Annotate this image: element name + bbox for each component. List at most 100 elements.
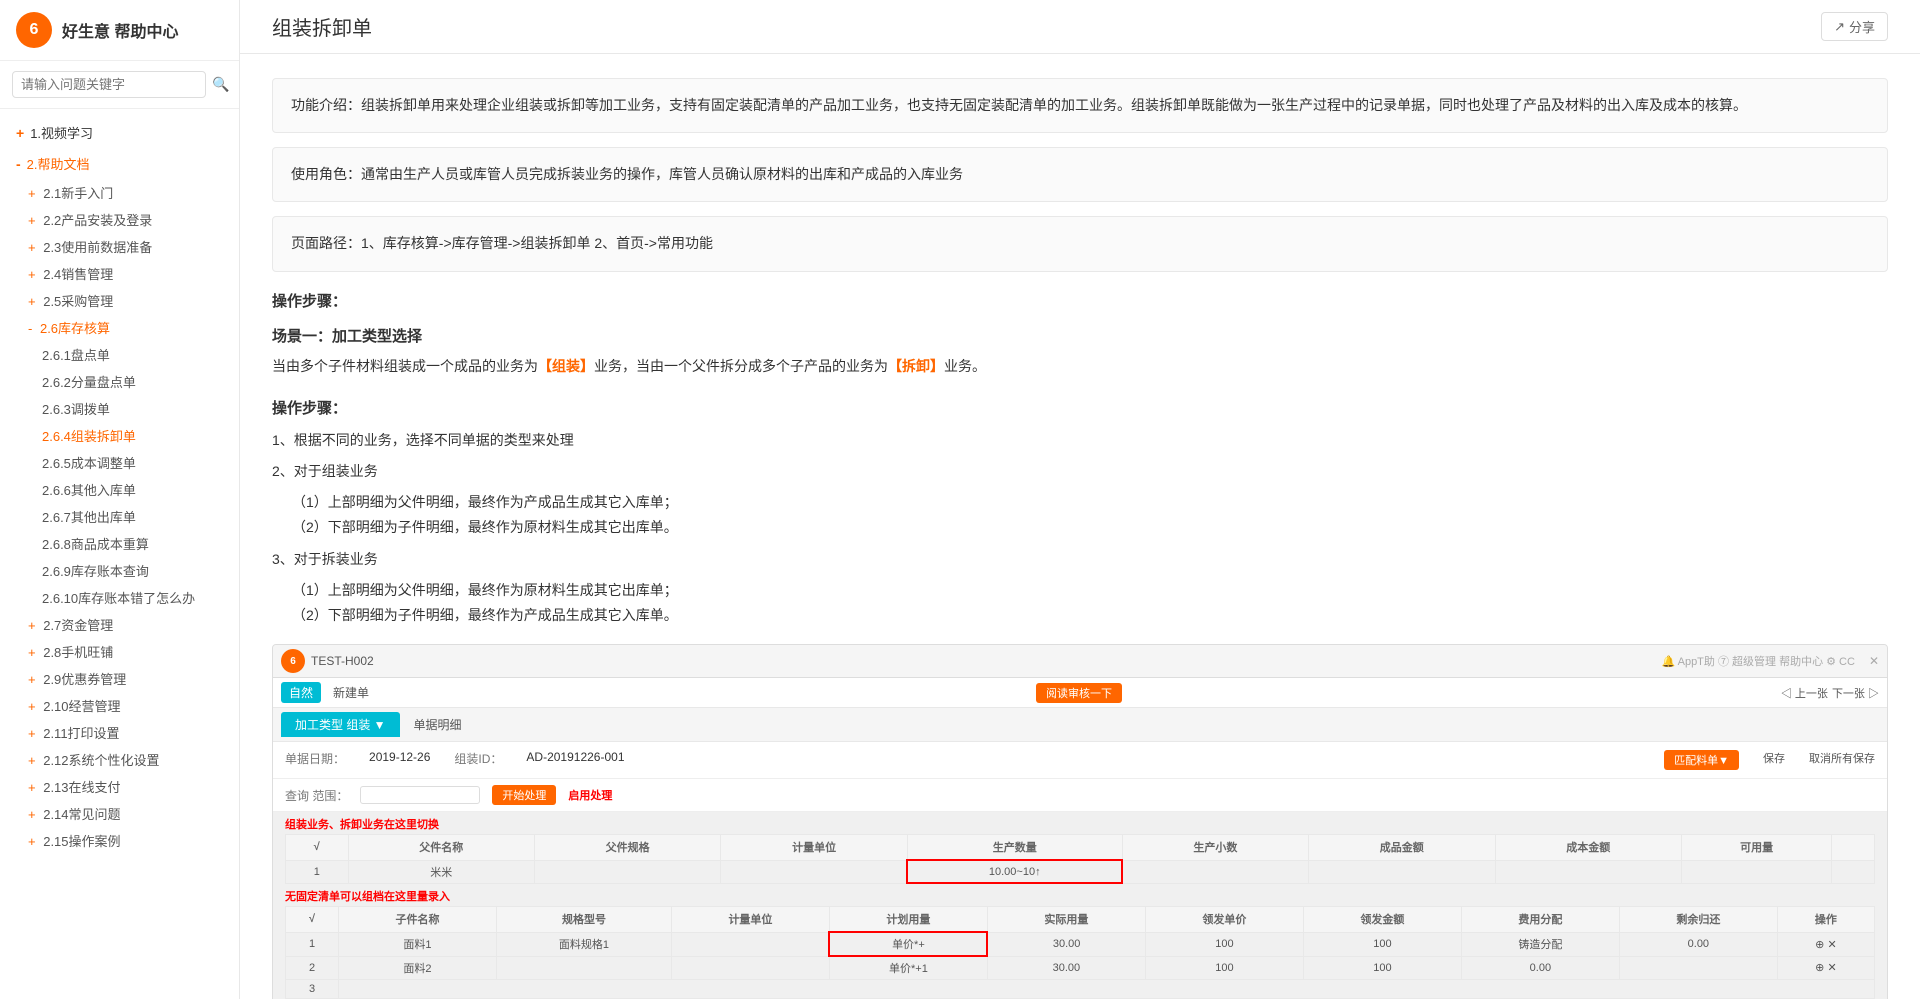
ss-bottom-table-container: √ 子件名称 规格型号 计量单位 计划用量 实际用量 领发单价 领发金额 费用分… [273,906,1887,999]
ss-code-value: AD-20191226-001 [526,750,624,770]
ss-code-label: 组装ID： [454,750,502,770]
sidebar-item-2-5[interactable]: + 2.5采购管理 [0,287,239,314]
ss-date-value: 2019-12-26 [369,750,430,770]
sidebar-item-2-6-1[interactable]: 2.6.1盘点单 [0,341,239,368]
ss-col-amount2: 成本金额 [1495,835,1681,861]
plus-icon: + [28,186,36,201]
ss-search-field[interactable] [360,786,480,804]
ss-subtabs: 加工类型 组装 ▼ 单据明细 [273,708,1887,742]
ss-nav-new[interactable]: 新建单 [325,682,377,703]
steps-title: 操作步骤： [272,290,1888,311]
step3-sub2: （2）下部明细为子件明细，最终作为产成品生成其它入库单。 [272,603,1888,628]
sidebar: 6 好生意 帮助中心 🔍 + 1.视频学习 - 2.帮助文档 + 2.1新手入门… [0,0,240,999]
ss-btn-apply[interactable]: 开始处理 [492,785,556,805]
sidebar-item-2-6-3[interactable]: 2.6.3调拨单 [0,395,239,422]
sidebar-item-2-6-6[interactable]: 2.6.6其他入库单 [0,476,239,503]
ss-btn-save[interactable]: 保存 [1763,750,1785,770]
nav-tree: + 1.视频学习 - 2.帮助文档 + 2.1新手入门 + 2.2产品安装及登录… [0,109,239,999]
share-icon: ↗ [1834,19,1845,35]
table-row: 2 面料2 单价*+1 30.00 100 100 0.00 ⊕ ✕ [286,956,1875,980]
sidebar-item-2-4[interactable]: + 2.4销售管理 [0,260,239,287]
info-block-intro: 功能介绍：组装拆卸单用来处理企业组装或拆卸等加工业务，支持有固定装配清单的产品加… [272,78,1888,133]
ss-col-check: √ [286,835,349,861]
ss-tab-active[interactable]: 加工类型 组装 ▼ [281,712,400,737]
minus-icon: - [28,321,32,336]
ss-date-label: 单据日期： [285,750,345,770]
ss-annotation-process: 启用处理 [568,787,612,803]
plus-icon: + [28,294,36,309]
sidebar-item-video[interactable]: + 1.视频学习 [0,117,239,148]
operation-steps-title: 操作步骤： [272,397,1888,418]
ss-col-avail: 可用量 [1681,835,1831,861]
screenshot-container: 6 TEST-H002 🔔 AppT助 ⑦ 超级管理 帮助中心 ⚙ CC ✕ 自… [272,644,1888,999]
step2-sub2: （2）下部明细为子件明细，最终作为原材料生成其它出库单。 [272,515,1888,540]
sidebar-item-2-6-5[interactable]: 2.6.5成本调整单 [0,449,239,476]
ss-btn-match[interactable]: 匹配料单▼ [1664,750,1739,770]
sidebar-item-2-3[interactable]: + 2.3使用前数据准备 [0,233,239,260]
ss-nav-home: 自然 [281,682,321,703]
sidebar-item-2-6-7[interactable]: 2.6.7其他出库单 [0,503,239,530]
info-block-role: 使用角色：通常由生产人员或库管人员完成拆装业务的操作，库管人员确认原材料的出库和… [272,147,1888,202]
ss-top-table-container: √ 父件名称 父件规格 计量单位 生产数量 生产小数 成品金额 成本金额 可用量 [273,834,1887,888]
sidebar-item-2-6-2[interactable]: 2.6.2分量盘点单 [0,368,239,395]
plus-icon: + [28,834,36,849]
scene1-title: 场景一：加工类型选择 [272,325,1888,346]
table-row: 3 [286,980,1875,999]
table-row: 1 面料1 面料规格1 单价*+ 30.00 100 100 铸造分配 0.00 [286,932,1875,956]
sidebar-item-2-7[interactable]: + 2.7资金管理 [0,611,239,638]
ss-btn-cancel[interactable]: 取消所有保存 [1809,750,1875,770]
plus-icon: + [28,807,36,822]
sidebar-item-2-14[interactable]: + 2.14常见问题 [0,800,239,827]
sidebar-item-2-10[interactable]: + 2.10经营管理 [0,692,239,719]
sidebar-item-docs[interactable]: - 2.帮助文档 [0,148,239,179]
sidebar-item-2-6-10[interactable]: 2.6.10库存账本错了怎么办 [0,584,239,611]
step3-text: 3、对于拆装业务 [272,547,1888,572]
scene1-desc: 当由多个子件材料组装成一个成品的业务为【组装】业务，当由一个父件拆分成多个子产品… [272,354,1888,379]
plus-icon: + [28,618,36,633]
ss-search-label: 查询 范围： [285,787,348,804]
ss-col-qty: 生产数量 [907,835,1122,861]
search-box: 🔍 [0,61,239,109]
sidebar-title: 好生意 帮助中心 [62,18,178,42]
ss-tab-detail[interactable]: 单据明细 [400,712,476,737]
ss-navbar: 自然 新建单 阅读审核一下 ◁ 上一张 下一张 ▷ [273,678,1887,708]
sidebar-item-2-9[interactable]: + 2.9优惠券管理 [0,665,239,692]
sidebar-item-2-1[interactable]: + 2.1新手入门 [0,179,239,206]
sidebar-item-2-13[interactable]: + 2.13在线支付 [0,773,239,800]
ss-nav-prev[interactable]: ◁ 上一张 [1781,685,1828,701]
search-input[interactable] [12,71,206,98]
expand-icon: + [16,125,24,141]
ss-logo-icon: 6 [281,649,305,673]
ss-col-op [1832,835,1875,861]
content-area: 功能介绍：组装拆卸单用来处理企业组装或拆卸等加工业务，支持有固定装配清单的产品加… [240,54,1920,999]
ss-col-unit: 计量单位 [721,835,907,861]
ss-col-parent-name: 父件名称 [348,835,534,861]
sidebar-item-2-6[interactable]: - 2.6库存核算 [0,314,239,341]
ss-nav-next[interactable]: 下一张 ▷ [1832,685,1879,701]
sidebar-item-2-6-9[interactable]: 2.6.9库存账本查询 [0,557,239,584]
sidebar-item-2-15[interactable]: + 2.15操作案例 [0,827,239,854]
ss-close-icon: ✕ [1869,654,1879,668]
page-title: 组装拆卸单 [272,12,372,41]
sidebar-item-2-8[interactable]: + 2.8手机旺铺 [0,638,239,665]
sidebar-item-2-2[interactable]: + 2.2产品安装及登录 [0,206,239,233]
sidebar-item-2-6-8[interactable]: 2.6.8商品成本重算 [0,530,239,557]
main-content: 组装拆卸单 ↗ 分享 功能介绍：组装拆卸单用来处理企业组装或拆卸等加工业务，支持… [240,0,1920,999]
share-button[interactable]: ↗ 分享 [1821,12,1888,41]
sidebar-item-2-11[interactable]: + 2.11打印设置 [0,719,239,746]
sidebar-item-2-6-4[interactable]: 2.6.4组装拆卸单 [0,422,239,449]
ss-btn-review[interactable]: 阅读审核一下 [1036,683,1122,703]
step2-text: 2、对于组装业务 [272,459,1888,484]
info-block-path: 页面路径：1、库存核算->库存管理->组装拆卸单 2、首页->常用功能 [272,216,1888,271]
step3-sub1: （1）上部明细为父件明细，最终作为原材料生成其它出库单； [272,578,1888,603]
ss-col-parent-spec: 父件规格 [534,835,720,861]
plus-icon: + [28,240,36,255]
ss-annotation-assembly: 组装业务、拆卸业务在这里切换 [273,816,1887,834]
sidebar-item-2-12[interactable]: + 2.12系统个性化设置 [0,746,239,773]
search-icon[interactable]: 🔍 [212,76,229,93]
ss-icons: 🔔 AppT助 ⑦ 超级管理 帮助中心 ⚙ CC [1661,653,1854,669]
plus-icon: + [28,753,36,768]
plus-icon: + [28,780,36,795]
plus-icon: + [28,726,36,741]
plus-icon: + [28,672,36,687]
